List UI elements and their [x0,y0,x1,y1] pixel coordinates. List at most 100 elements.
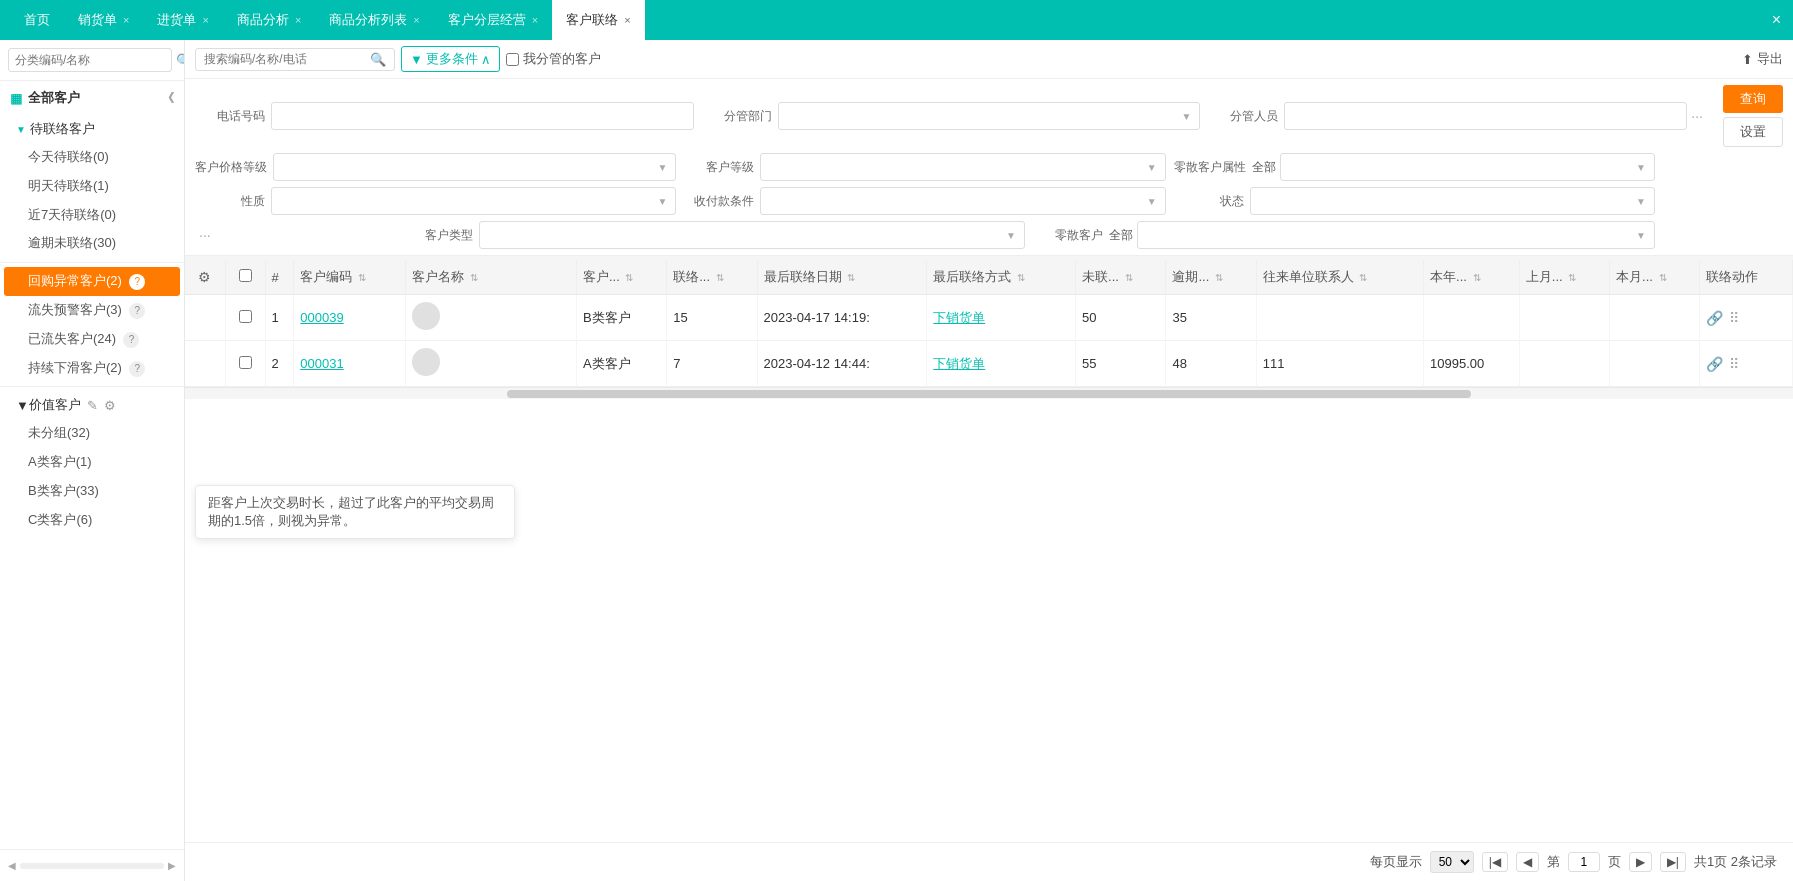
close-tab-product-analysis-list[interactable]: × [413,14,419,26]
scrollbar-thumb[interactable] [507,390,1472,398]
first-page-btn[interactable]: |◀ [1482,852,1508,872]
contact-icon-1[interactable]: 🔗 [1706,310,1723,326]
customer-level-select[interactable]: ▼ [760,153,1165,181]
phone-input[interactable] [271,102,694,130]
sidebar-pending-group[interactable]: ▼ 待联络客户 [0,115,184,143]
horizontal-scrollbar[interactable] [185,387,1793,399]
retail-customer-select[interactable]: ▼ [1137,221,1655,249]
close-tab-product-analysis[interactable]: × [295,14,301,26]
sidebar-value-group[interactable]: ▼ 价值客户 ✎ ⚙ [0,391,184,419]
td-code-2[interactable]: 000031 [294,341,406,387]
filter-search-box[interactable]: 🔍 [195,48,395,71]
type-sort-icon[interactable]: ⇅ [625,272,633,283]
nature-select[interactable]: ▼ [271,187,676,215]
last-method-link-2[interactable]: 下销货单 [933,356,985,371]
row4-dots[interactable]: ··· [195,227,215,243]
sidebar-item-overdue[interactable]: 逾期未联络(30) [0,229,184,258]
window-close-button[interactable]: × [1772,11,1781,29]
my-customers-check[interactable] [506,53,519,66]
sidebar-item-unclassified[interactable]: 未分组(32) [0,419,184,448]
customer-code-link-2[interactable]: 000031 [300,356,343,371]
td-last-method-1[interactable]: 下销货单 [927,295,1076,341]
customer-type-select[interactable]: ▼ [479,221,1025,249]
prev-page-btn[interactable]: ◀ [1516,852,1539,872]
tab-product-analysis[interactable]: 商品分析 × [223,0,315,40]
help-icon-4[interactable]: ? [129,361,145,377]
th-last-month[interactable]: 上月... ⇅ [1519,260,1609,295]
close-tab-sales[interactable]: × [123,14,129,26]
edit-icon[interactable]: ✎ [87,398,98,413]
manager-dots[interactable]: ··· [1687,108,1707,124]
tab-sales[interactable]: 销货单 × [64,0,143,40]
th-this-year[interactable]: 本年... ⇅ [1424,260,1520,295]
th-last-contact-date[interactable]: 最后联络日期 ⇅ [757,260,927,295]
sidebar-search-input[interactable] [8,48,172,72]
th-not-contacted[interactable]: 未联... ⇅ [1076,260,1166,295]
manager-select[interactable] [1284,102,1687,130]
last-month-sort-icon[interactable]: ⇅ [1568,272,1576,283]
th-name[interactable]: 客户名称 ⇅ [406,260,577,295]
help-icon-2[interactable]: ? [129,303,145,319]
more-action-icon-2[interactable]: ⠿ [1729,356,1739,372]
filter-search-icon[interactable]: 🔍 [370,52,386,67]
help-icon[interactable]: ? [129,274,145,290]
th-checkbox[interactable] [225,260,265,295]
filter-more-btn[interactable]: ▼ 更多条件 ∧ [401,46,500,72]
td-last-method-2[interactable]: 下销货单 [927,341,1076,387]
th-this-month[interactable]: 本月... ⇅ [1610,260,1700,295]
sidebar-prev-icon[interactable]: ◀ [8,860,16,871]
tab-product-analysis-list[interactable]: 商品分析列表 × [315,0,433,40]
tab-purchase[interactable]: 进货单 × [143,0,222,40]
not-contacted-sort-icon[interactable]: ⇅ [1125,272,1133,283]
th-related-person[interactable]: 往来单位联系人 ⇅ [1256,260,1423,295]
close-tab-customer-contact[interactable]: × [624,14,630,26]
this-month-sort-icon[interactable]: ⇅ [1659,272,1667,283]
sidebar-item-repurchase-abnormal[interactable]: 回购异常客户(2) ? [4,267,180,296]
td-checkbox-1[interactable] [225,295,265,341]
sidebar-item-class-c[interactable]: C类客户(6) [0,506,184,535]
th-contact[interactable]: 联络... ⇅ [667,260,757,295]
sidebar-search-icon[interactable]: 🔍 [176,53,185,68]
th-last-contact-method[interactable]: 最后联络方式 ⇅ [927,260,1076,295]
more-action-icon-1[interactable]: ⠿ [1729,310,1739,326]
sidebar-all-customers[interactable]: ▦ 全部客户 《 [0,81,184,115]
per-page-select[interactable]: 50 [1430,851,1474,873]
customer-code-link-1[interactable]: 000039 [300,310,343,325]
filter-my-customers-checkbox[interactable]: 我分管的客户 [506,50,601,68]
price-level-select[interactable]: ▼ [273,153,676,181]
next-page-btn[interactable]: ▶ [1629,852,1652,872]
tab-customer-tier[interactable]: 客户分层经营 × [434,0,552,40]
related-person-sort-icon[interactable]: ⇅ [1359,272,1367,283]
td-checkbox-2[interactable] [225,341,265,387]
sidebar-collapse-btn[interactable]: 《 [162,90,174,107]
last-method-sort-icon[interactable]: ⇅ [1017,272,1025,283]
status-select[interactable]: ▼ [1250,187,1655,215]
select-all-checkbox[interactable] [239,269,252,282]
sidebar-item-tomorrow[interactable]: 明天待联络(1) [0,172,184,201]
sidebar-item-7days[interactable]: 近7天待联络(0) [0,201,184,230]
th-code[interactable]: 客户编码 ⇅ [294,260,406,295]
export-btn[interactable]: ⬆ 导出 [1742,50,1783,68]
contact-sort-icon[interactable]: ⇅ [716,272,724,283]
filter-search-input[interactable] [204,52,366,66]
row2-checkbox[interactable] [239,356,252,369]
dept-select[interactable]: ▼ [778,102,1201,130]
settings-button[interactable]: 设置 [1723,117,1783,147]
name-sort-icon[interactable]: ⇅ [470,272,478,283]
tab-home[interactable]: 首页 [10,0,64,40]
last-page-btn[interactable]: ▶| [1660,852,1686,872]
help-icon-3[interactable]: ? [123,332,139,348]
page-input[interactable] [1568,852,1600,872]
code-sort-icon[interactable]: ⇅ [358,272,366,283]
sidebar-item-churn-warning[interactable]: 流失预警客户(3) ? [0,296,184,325]
td-code-1[interactable]: 000039 [294,295,406,341]
sidebar-item-class-a[interactable]: A类客户(1) [0,448,184,477]
this-year-sort-icon[interactable]: ⇅ [1473,272,1481,283]
th-overdue[interactable]: 逾期... ⇅ [1166,260,1256,295]
tab-customer-contact[interactable]: 客户联络 × [552,0,644,40]
th-setting[interactable]: ⚙ [185,260,225,295]
last-date-sort-icon[interactable]: ⇅ [847,272,855,283]
sidebar-item-churned[interactable]: 已流失客户(24) ? [0,325,184,354]
row1-checkbox[interactable] [239,310,252,323]
sidebar-next-icon[interactable]: ▶ [168,860,176,871]
